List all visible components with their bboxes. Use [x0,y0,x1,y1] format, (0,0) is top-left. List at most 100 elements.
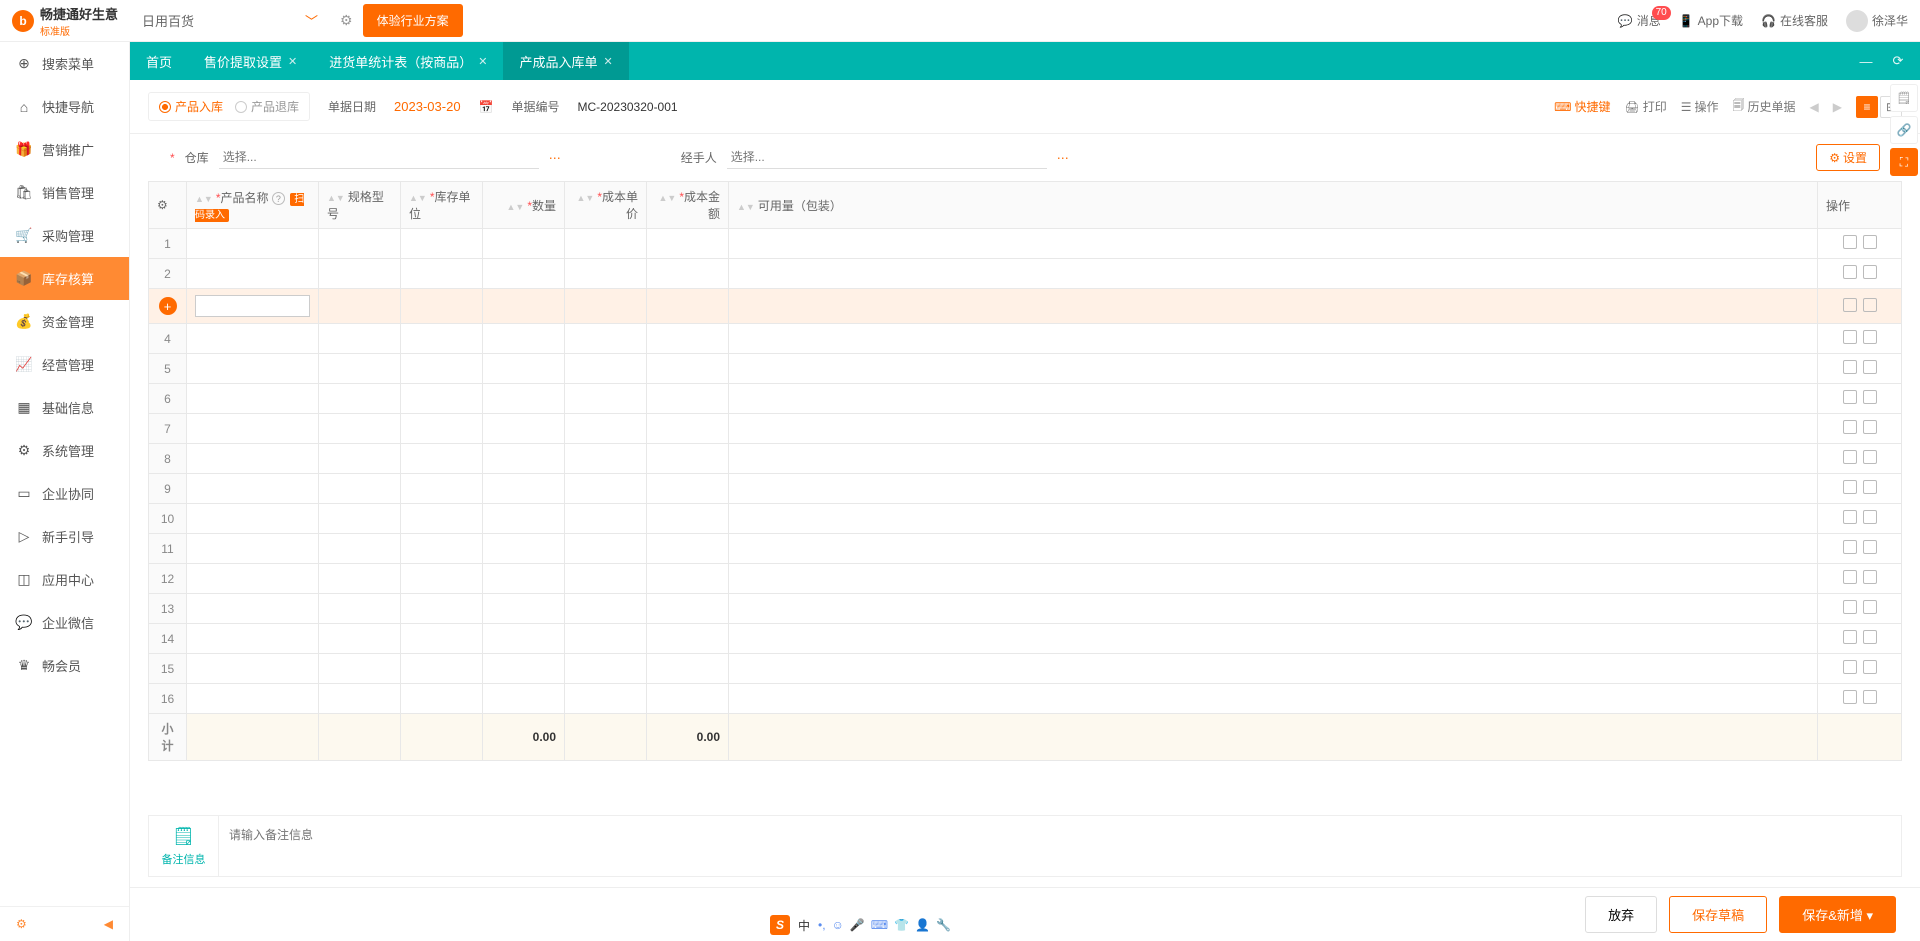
shortcut-link[interactable]: ⌨ 快捷键 [1554,98,1610,115]
sidebar-item-0[interactable]: ⊕搜索菜单 [0,42,129,85]
service-link[interactable]: 🎧 在线客服 [1761,12,1828,29]
copy-icon[interactable] [1863,480,1877,494]
sidebar-item-7[interactable]: 📈经营管理 [0,343,129,386]
delete-icon[interactable] [1843,570,1857,584]
ime-skin-icon[interactable]: 👕 [894,918,909,932]
table-row[interactable]: 4 [149,324,1902,354]
ime-tool-icon[interactable]: 🔧 [936,918,951,932]
table-row[interactable]: 6 [149,384,1902,414]
sidebar-item-12[interactable]: ◫应用中心 [0,558,129,601]
close-icon[interactable]: ✕ [604,55,613,68]
sidebar-item-8[interactable]: ▦基础信息 [0,386,129,429]
settings-button[interactable]: ⚙ 设置 [1816,144,1880,171]
table-row[interactable]: 8 [149,444,1902,474]
table-row[interactable]: 12 [149,564,1902,594]
col-spec[interactable]: ▲▼规格型号 [319,182,401,229]
col-unit[interactable]: ▲▼*库存单位 [401,182,483,229]
gear-icon[interactable]: ⚙ [340,12,353,29]
copy-icon[interactable] [1863,450,1877,464]
handler-input[interactable] [727,146,1047,169]
col-config[interactable]: ⚙ [149,182,187,229]
copy-icon[interactable] [1863,298,1877,312]
delete-icon[interactable] [1843,390,1857,404]
delete-icon[interactable] [1843,360,1857,374]
delete-icon[interactable] [1843,298,1857,312]
sidebar-item-9[interactable]: ⚙系统管理 [0,429,129,472]
warehouse-input[interactable] [219,146,539,169]
col-qty[interactable]: ▲▼*数量 [483,182,565,229]
remarks-input[interactable] [219,816,1901,876]
table-row[interactable]: 5 [149,354,1902,384]
table-row[interactable]: 9 [149,474,1902,504]
table-row[interactable]: 7 [149,414,1902,444]
copy-icon[interactable] [1863,540,1877,554]
save-button[interactable]: 保存&新增 ▾ [1779,896,1896,933]
delete-icon[interactable] [1843,420,1857,434]
sidebar-item-6[interactable]: 💰资金管理 [0,300,129,343]
col-name[interactable]: ▲▼*产品名称 ? 扫码录入 [187,182,319,229]
tab-1[interactable]: 售价提取设置✕ [188,42,313,80]
copy-icon[interactable] [1863,235,1877,249]
ime-kbd-icon[interactable]: ⌨ [871,918,888,932]
close-icon[interactable]: ✕ [288,55,297,68]
copy-icon[interactable] [1863,510,1877,524]
table-row[interactable]: 10 [149,504,1902,534]
cta-button[interactable]: 体验行业方案 [363,4,463,37]
tab-0[interactable]: 首页 [130,42,188,80]
settings-icon[interactable]: ⚙ [16,917,27,931]
delete-icon[interactable] [1843,235,1857,249]
copy-icon[interactable] [1863,660,1877,674]
sidebar-item-2[interactable]: 🎁营销推广 [0,128,129,171]
copy-icon[interactable] [1863,570,1877,584]
draft-button[interactable]: 保存草稿 [1669,896,1767,933]
table-row[interactable]: + [149,289,1902,324]
delete-icon[interactable] [1843,630,1857,644]
history-link[interactable]: 🗐 历史单据 [1733,96,1796,117]
add-row-icon[interactable]: + [159,297,177,315]
tab-3[interactable]: 产成品入库单✕ [503,42,628,80]
copy-icon[interactable] [1863,265,1877,279]
table-row[interactable]: 15 [149,654,1902,684]
more-icon[interactable]: ⋯ [1057,151,1069,165]
col-amt[interactable]: ▲▼*成本金额 [647,182,729,229]
messages-link[interactable]: 💬 消息 70 [1618,12,1661,29]
next-icon[interactable]: ▶ [1833,100,1842,114]
ops-link[interactable]: ☰ 操作 [1681,98,1719,115]
name-input[interactable] [195,295,310,317]
table-row[interactable]: 13 [149,594,1902,624]
table-row[interactable]: 11 [149,534,1902,564]
rail-expand-icon[interactable]: ⛶ [1890,148,1918,176]
tab-minimize[interactable]: — [1854,49,1878,73]
ime-user-icon[interactable]: 👤 [915,918,930,932]
radio-in[interactable]: 产品入库 [159,98,223,115]
ime-smile-icon[interactable]: ☺ [832,918,844,932]
delete-icon[interactable] [1843,510,1857,524]
radio-out[interactable]: 产品退库 [235,98,299,115]
copy-icon[interactable] [1863,690,1877,704]
copy-icon[interactable] [1863,420,1877,434]
table-row[interactable]: 14 [149,624,1902,654]
download-link[interactable]: 📱 App下载 [1679,12,1743,29]
date-value[interactable]: 2023-03-20 [394,99,461,114]
close-icon[interactable]: ✕ [478,55,487,68]
sidebar-item-4[interactable]: 🛒采购管理 [0,214,129,257]
sidebar-item-11[interactable]: ▷新手引导 [0,515,129,558]
copy-icon[interactable] [1863,360,1877,374]
sidebar-item-10[interactable]: ▭企业协同 [0,472,129,515]
logo[interactable]: b 畅捷通好生意 标准版 [12,4,130,38]
more-icon[interactable]: ⋯ [549,151,561,165]
copy-icon[interactable] [1863,600,1877,614]
delete-icon[interactable] [1843,600,1857,614]
ime-mic-icon[interactable]: 🎤 [850,918,865,932]
delete-icon[interactable] [1843,480,1857,494]
table-row[interactable]: 2 [149,259,1902,289]
collapse-icon[interactable]: ◀ [104,917,113,931]
calendar-icon[interactable]: 📅 [479,100,494,114]
sidebar-item-1[interactable]: ⌂快捷导航 [0,85,129,128]
tab-2[interactable]: 进货单统计表（按商品）✕ [313,42,503,80]
sidebar-item-5[interactable]: 📦库存核算 [0,257,129,300]
inout-radio[interactable]: 产品入库 产品退库 [148,92,310,121]
ime-dot-icon[interactable]: •, [818,918,826,932]
table-row[interactable]: 16 [149,684,1902,714]
sidebar-item-13[interactable]: 💬企业微信 [0,601,129,644]
